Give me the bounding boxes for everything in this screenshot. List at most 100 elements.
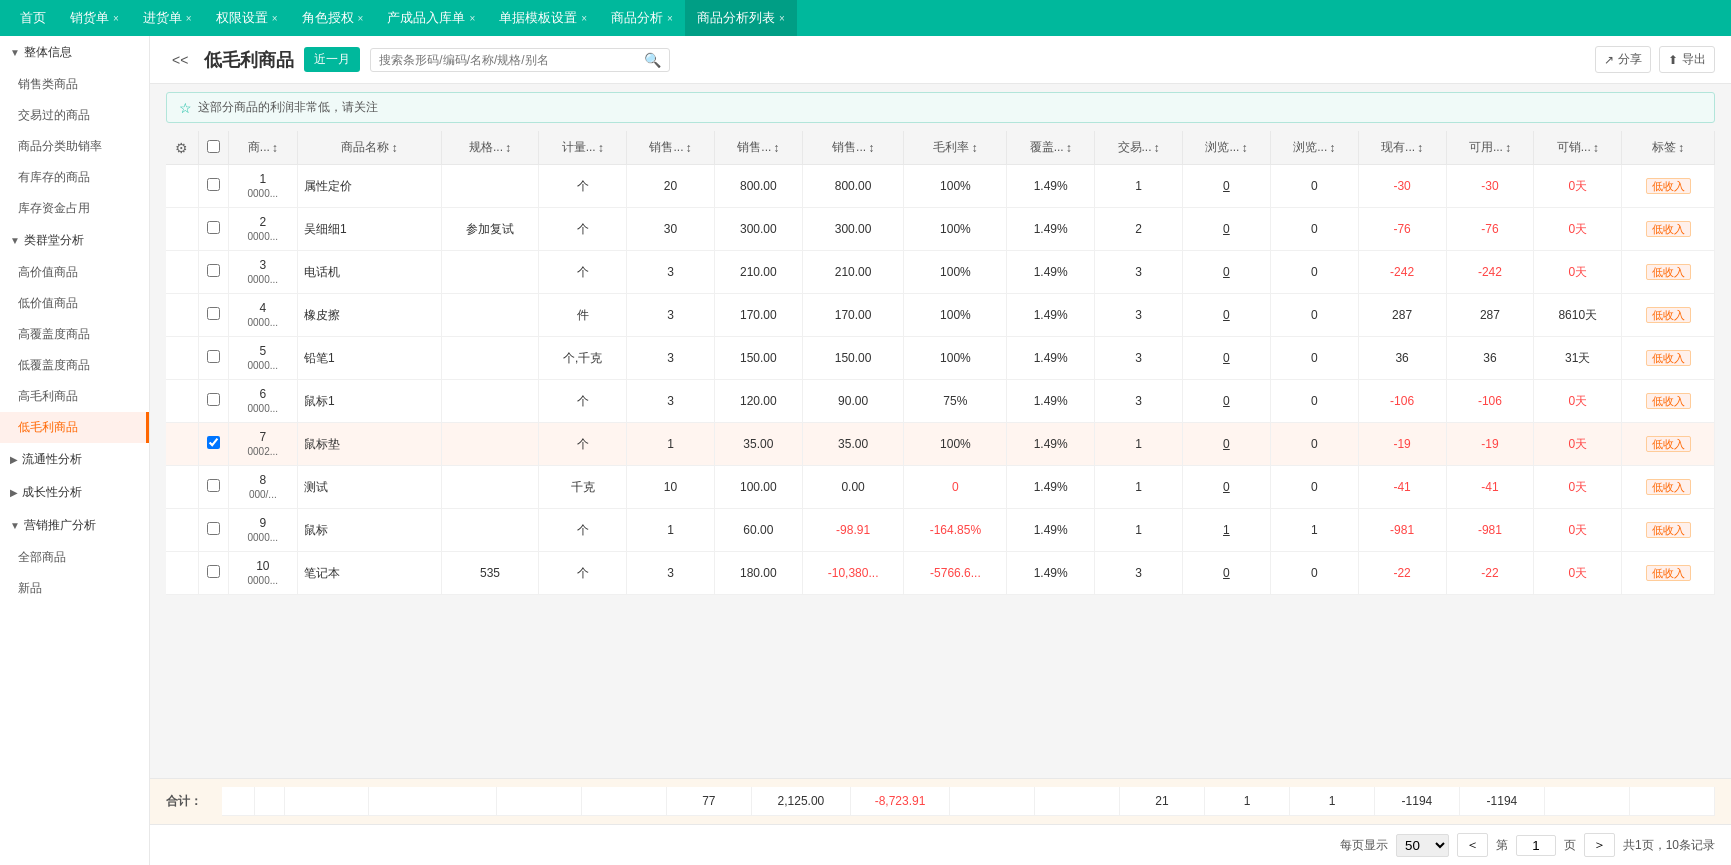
sidebar-item-new-products[interactable]: 新品 [0,573,149,604]
row-views1[interactable]: 1 [1182,509,1270,552]
row-views1[interactable]: 0 [1182,423,1270,466]
col-available-header[interactable]: 可用...↕ [1446,131,1534,165]
close-icon[interactable]: × [581,13,587,24]
col-sales-profit-header[interactable]: 销售...↕ [802,131,904,165]
col-sales-price-header[interactable]: 销售...↕ [714,131,802,165]
search-icon[interactable]: 🔍 [644,52,661,68]
row-checkbox-cell[interactable] [198,165,228,208]
row-checkbox-cell[interactable] [198,380,228,423]
date-filter-button[interactable]: 近一月 [304,47,360,72]
col-name-header[interactable]: 商品名称↕ [298,131,442,165]
sidebar-item-traded-products[interactable]: 交易过的商品 [0,100,149,131]
sidebar-item-stock-capital[interactable]: 库存资金占用 [0,193,149,224]
sidebar-item-low-margin[interactable]: 低毛利商品 [0,412,149,443]
sidebar-item-stocked-products[interactable]: 有库存的商品 [0,162,149,193]
row-checkbox-cell[interactable] [198,552,228,595]
col-settings-header[interactable]: ⚙ [166,131,198,165]
sidebar-section-growth[interactable]: ▶ 成长性分析 [0,476,149,509]
sidebar-section-marketing[interactable]: ▼ 营销推广分析 [0,509,149,542]
share-button[interactable]: ↗ 分享 [1595,46,1651,73]
row-views1[interactable]: 0 [1182,552,1270,595]
col-code-header[interactable]: 商...↕ [228,131,298,165]
col-transactions-header[interactable]: 交易...↕ [1095,131,1183,165]
col-gross-rate-header[interactable]: 毛利率↕ [904,131,1007,165]
close-icon[interactable]: × [469,13,475,24]
close-icon[interactable]: × [667,13,673,24]
nav-role-auth[interactable]: 角色授权× [290,0,376,36]
row-checkbox[interactable] [207,436,220,449]
close-icon[interactable]: × [186,13,192,24]
row-code: 20000... [228,208,298,251]
nav-purchase-order[interactable]: 进货单× [131,0,204,36]
nav-permissions[interactable]: 权限设置× [204,0,290,36]
sidebar-item-high-value[interactable]: 高价值商品 [0,257,149,288]
sidebar-section-cluster[interactable]: ▼ 类群堂分析 [0,224,149,257]
row-views1[interactable]: 0 [1182,208,1270,251]
row-checkbox-cell[interactable] [198,208,228,251]
sidebar-item-low-coverage[interactable]: 低覆盖度商品 [0,350,149,381]
row-checkbox[interactable] [207,178,220,191]
row-checkbox[interactable] [207,393,220,406]
next-page-button[interactable]: ＞ [1584,833,1615,857]
collapse-sidebar-button[interactable]: << [166,52,194,68]
nav-product-warehousing[interactable]: 产成品入库单× [375,0,487,36]
search-input[interactable] [379,53,644,67]
row-checkbox-cell[interactable] [198,423,228,466]
row-views1[interactable]: 0 [1182,294,1270,337]
row-views1[interactable]: 0 [1182,165,1270,208]
nav-home[interactable]: 首页 [8,0,58,36]
row-checkbox[interactable] [207,221,220,234]
export-button[interactable]: ⬆ 导出 [1659,46,1715,73]
sidebar-section-circulation[interactable]: ▶ 流通性分析 [0,443,149,476]
row-sales-profit: -10,380... [802,552,904,595]
row-checkbox[interactable] [207,307,220,320]
row-checkbox[interactable] [207,522,220,535]
col-coverage-header[interactable]: 覆盖...↕ [1007,131,1095,165]
sidebar-item-high-margin[interactable]: 高毛利商品 [0,381,149,412]
prev-page-button[interactable]: ＜ [1457,833,1488,857]
sidebar-item-low-value[interactable]: 低价值商品 [0,288,149,319]
col-checkbox-header[interactable] [198,131,228,165]
sidebar-item-category-rate[interactable]: 商品分类助销率 [0,131,149,162]
row-views1[interactable]: 0 [1182,466,1270,509]
col-tag-header[interactable]: 标签↕ [1622,131,1715,165]
col-unit-header[interactable]: 计量...↕ [539,131,627,165]
row-views1[interactable]: 0 [1182,337,1270,380]
row-checkbox[interactable] [207,479,220,492]
select-all-checkbox[interactable] [207,140,220,153]
close-icon[interactable]: × [358,13,364,24]
col-sellable-header[interactable]: 可销...↕ [1534,131,1622,165]
row-sales-qty: 3 [627,552,715,595]
nav-template-settings[interactable]: 单据模板设置× [487,0,599,36]
row-checkbox[interactable] [207,264,220,277]
col-sales-qty-header[interactable]: 销售...↕ [627,131,715,165]
sidebar-section-overall[interactable]: ▼ 整体信息 [0,36,149,69]
row-checkbox-cell[interactable] [198,466,228,509]
row-coverage: 1.49% [1007,552,1095,595]
row-checkbox-cell[interactable] [198,251,228,294]
col-views2-header[interactable]: 浏览...↕ [1270,131,1358,165]
sidebar-item-high-coverage[interactable]: 高覆盖度商品 [0,319,149,350]
nav-product-analysis-list[interactable]: 商品分析列表× [685,0,797,36]
sidebar-item-all-products[interactable]: 全部商品 [0,542,149,573]
row-settings [166,251,198,294]
page-number-input[interactable]: 1 [1516,835,1556,856]
nav-sales-order[interactable]: 销货单× [58,0,131,36]
row-checkbox-cell[interactable] [198,509,228,552]
chevron-down-icon: ▼ [10,235,20,246]
col-views1-header[interactable]: 浏览...↕ [1182,131,1270,165]
row-views1[interactable]: 0 [1182,251,1270,294]
col-current-stock-header[interactable]: 现有...↕ [1358,131,1446,165]
per-page-select[interactable]: 50 20 100 [1396,834,1449,857]
row-checkbox-cell[interactable] [198,294,228,337]
close-icon[interactable]: × [113,13,119,24]
row-checkbox[interactable] [207,350,220,363]
col-spec-header[interactable]: 规格...↕ [441,131,538,165]
row-checkbox[interactable] [207,565,220,578]
row-views1[interactable]: 0 [1182,380,1270,423]
row-checkbox-cell[interactable] [198,337,228,380]
sidebar-item-sales-products[interactable]: 销售类商品 [0,69,149,100]
nav-product-analysis[interactable]: 商品分析× [599,0,685,36]
close-icon[interactable]: × [272,13,278,24]
close-icon[interactable]: × [779,13,785,24]
